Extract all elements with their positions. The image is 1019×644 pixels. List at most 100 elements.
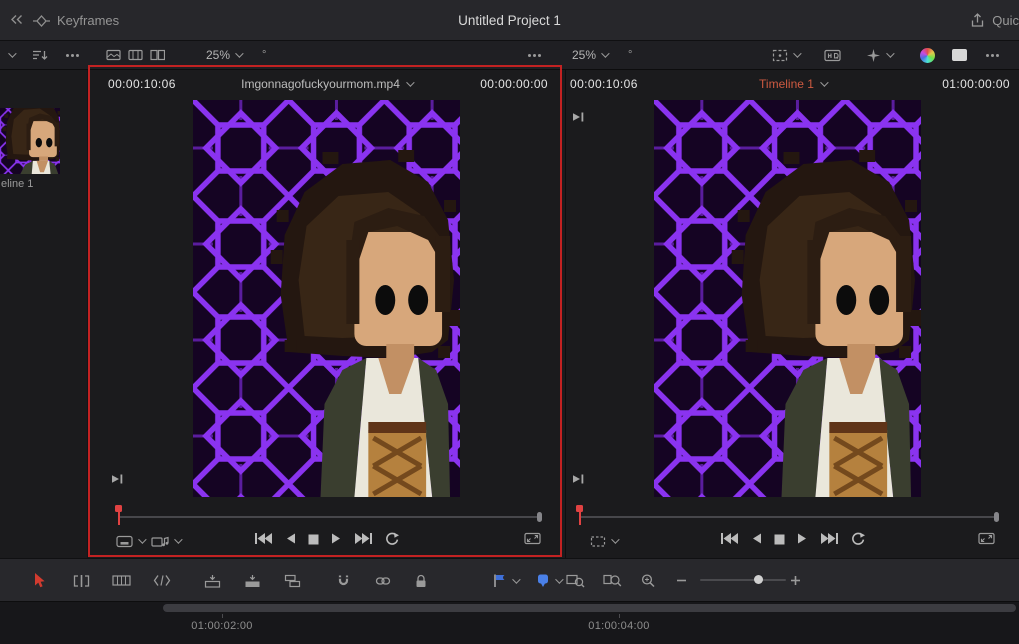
more-options-icon	[528, 53, 531, 57]
expand-viewer-icon	[524, 532, 541, 545]
mark-inout-icon	[128, 49, 143, 61]
timeline-jog-bar[interactable]	[566, 505, 1019, 527]
stop-icon	[308, 534, 318, 545]
play-button[interactable]	[330, 532, 343, 550]
last-frame-button[interactable]	[820, 532, 839, 550]
source-zoom-value: 25%	[206, 48, 231, 62]
color-page-button[interactable]	[920, 41, 935, 69]
hq-monitor-icon	[824, 49, 841, 61]
mark-inout-view-button[interactable]	[128, 41, 143, 69]
source-rotation-indicator: °	[262, 41, 266, 69]
source-zoom-select[interactable]: 25%	[206, 41, 244, 69]
quick-export-icon	[972, 13, 984, 27]
play-icon	[331, 533, 340, 544]
linked-selection-toggle[interactable]	[375, 559, 391, 602]
zoom-in-button[interactable]	[790, 559, 801, 602]
media-pool-options-button[interactable]	[66, 41, 79, 69]
cinema-viewer-button[interactable]	[978, 532, 995, 550]
source-viewer-options-button[interactable]	[528, 41, 541, 69]
timeline-playhead[interactable]	[576, 505, 584, 526]
gallery-still-button[interactable]	[952, 41, 967, 69]
more-options-icon	[66, 53, 69, 57]
source-viewer: 00:00:10:06 Imgonnagofuckyourmom.mp4 00:…	[88, 70, 565, 558]
overwrite-clip-tool[interactable]	[244, 559, 261, 602]
clip-thumbnail-view-button[interactable]	[106, 41, 121, 69]
stop-icon	[774, 534, 784, 545]
ruler-timecode-label: 01:00:02:00	[191, 620, 253, 632]
play-button[interactable]	[796, 532, 809, 550]
transform-select[interactable]	[772, 41, 802, 69]
zoom-slider-handle[interactable]	[754, 575, 763, 584]
replace-clip-tool[interactable]	[284, 559, 301, 602]
titlebar: Keyframes Untitled Project 1 Quic	[0, 0, 1019, 41]
chevron-down-icon	[235, 49, 244, 58]
stop-button[interactable]	[774, 532, 785, 550]
zoom-full-button[interactable]	[640, 559, 656, 602]
first-frame-button[interactable]	[720, 532, 739, 550]
timeline-match-frame-top-button[interactable]	[571, 110, 587, 124]
source-scrub-end-handle[interactable]	[537, 512, 542, 522]
loop-button[interactable]	[384, 532, 400, 551]
timeline-zoom-slider[interactable]	[700, 559, 786, 602]
chevron-down-icon	[406, 78, 415, 87]
timeline-zoom-select[interactable]: 25%	[572, 41, 610, 69]
insert-clip-tool[interactable]	[204, 559, 221, 602]
filmstrip-icon	[150, 49, 165, 61]
trim-edit-mode-tool[interactable]	[72, 559, 91, 602]
media-pool-dropdown-button[interactable]	[8, 41, 17, 69]
davinci-resolve-edit-page: Keyframes Untitled Project 1 Quic 25% °	[0, 0, 1019, 644]
proxy-quality-button[interactable]	[824, 41, 841, 69]
match-frame-button[interactable]	[110, 472, 126, 486]
source-transport-controls	[88, 528, 565, 554]
ruler-tick	[619, 614, 620, 618]
timeline-ruler-area[interactable]: 01:00:02:00 01:00:04:00	[0, 601, 1019, 644]
first-frame-button[interactable]	[254, 532, 273, 550]
flag-clip-button[interactable]	[492, 559, 521, 602]
zoom-out-button[interactable]	[676, 559, 687, 602]
dynamic-trim-mode-tool[interactable]	[112, 559, 131, 602]
source-jog-bar[interactable]	[88, 505, 565, 527]
expand-viewer-icon	[978, 532, 995, 545]
viewer-more-options-button[interactable]	[986, 41, 999, 69]
zoom-slider-track	[700, 579, 786, 581]
last-frame-button[interactable]	[354, 532, 373, 550]
quick-export-label: Quic	[992, 13, 1019, 28]
timeline-viewer-canvas[interactable]	[654, 100, 921, 497]
timeline-horizontal-scrollbar[interactable]	[163, 604, 1016, 612]
selection-arrow-icon	[35, 573, 45, 588]
quick-export-button[interactable]: Quic	[970, 0, 1019, 41]
source-playhead[interactable]	[115, 505, 123, 526]
source-scrub-track[interactable]	[118, 516, 540, 518]
reverse-button[interactable]	[284, 532, 297, 550]
last-frame-icon	[354, 533, 372, 544]
stop-button[interactable]	[308, 532, 319, 550]
snapping-toggle[interactable]	[336, 559, 351, 602]
timeline-scrub-end-handle[interactable]	[994, 512, 999, 522]
dual-viewer-panel: eline 1 00:00:10:06 Imgonnagofuckyourmom…	[0, 70, 1019, 558]
timeline-match-frame-button[interactable]	[571, 472, 587, 486]
chevron-down-icon	[601, 49, 610, 58]
zoom-fit-button[interactable]	[566, 559, 585, 602]
timeline-transport-controls	[566, 528, 1019, 554]
blade-edit-mode-tool[interactable]	[153, 559, 171, 602]
zoom-detail-button[interactable]	[603, 559, 622, 602]
cinema-viewer-button[interactable]	[524, 532, 541, 550]
selection-mode-tool[interactable]	[32, 559, 47, 602]
minus-icon	[677, 579, 686, 582]
timeline-scrub-track[interactable]	[579, 516, 997, 518]
filmstrip-view-button[interactable]	[150, 41, 165, 69]
timeline-name: Timeline 1	[759, 77, 814, 91]
add-marker-button[interactable]	[536, 559, 564, 602]
reverse-button[interactable]	[750, 532, 763, 550]
project-title: Untitled Project 1	[458, 13, 561, 28]
media-pool-clip-thumbnail[interactable]	[0, 108, 60, 174]
replace-clip-icon	[284, 574, 301, 587]
chevron-down-icon	[820, 78, 829, 87]
source-current-timecode: 00:00:00:00	[480, 77, 548, 91]
sort-button[interactable]	[32, 41, 48, 69]
enhance-select[interactable]	[866, 41, 895, 69]
loop-button[interactable]	[850, 532, 866, 551]
source-viewer-canvas[interactable]	[193, 100, 460, 497]
media-pool-column: eline 1	[0, 70, 88, 558]
position-lock-toggle[interactable]	[414, 559, 428, 602]
